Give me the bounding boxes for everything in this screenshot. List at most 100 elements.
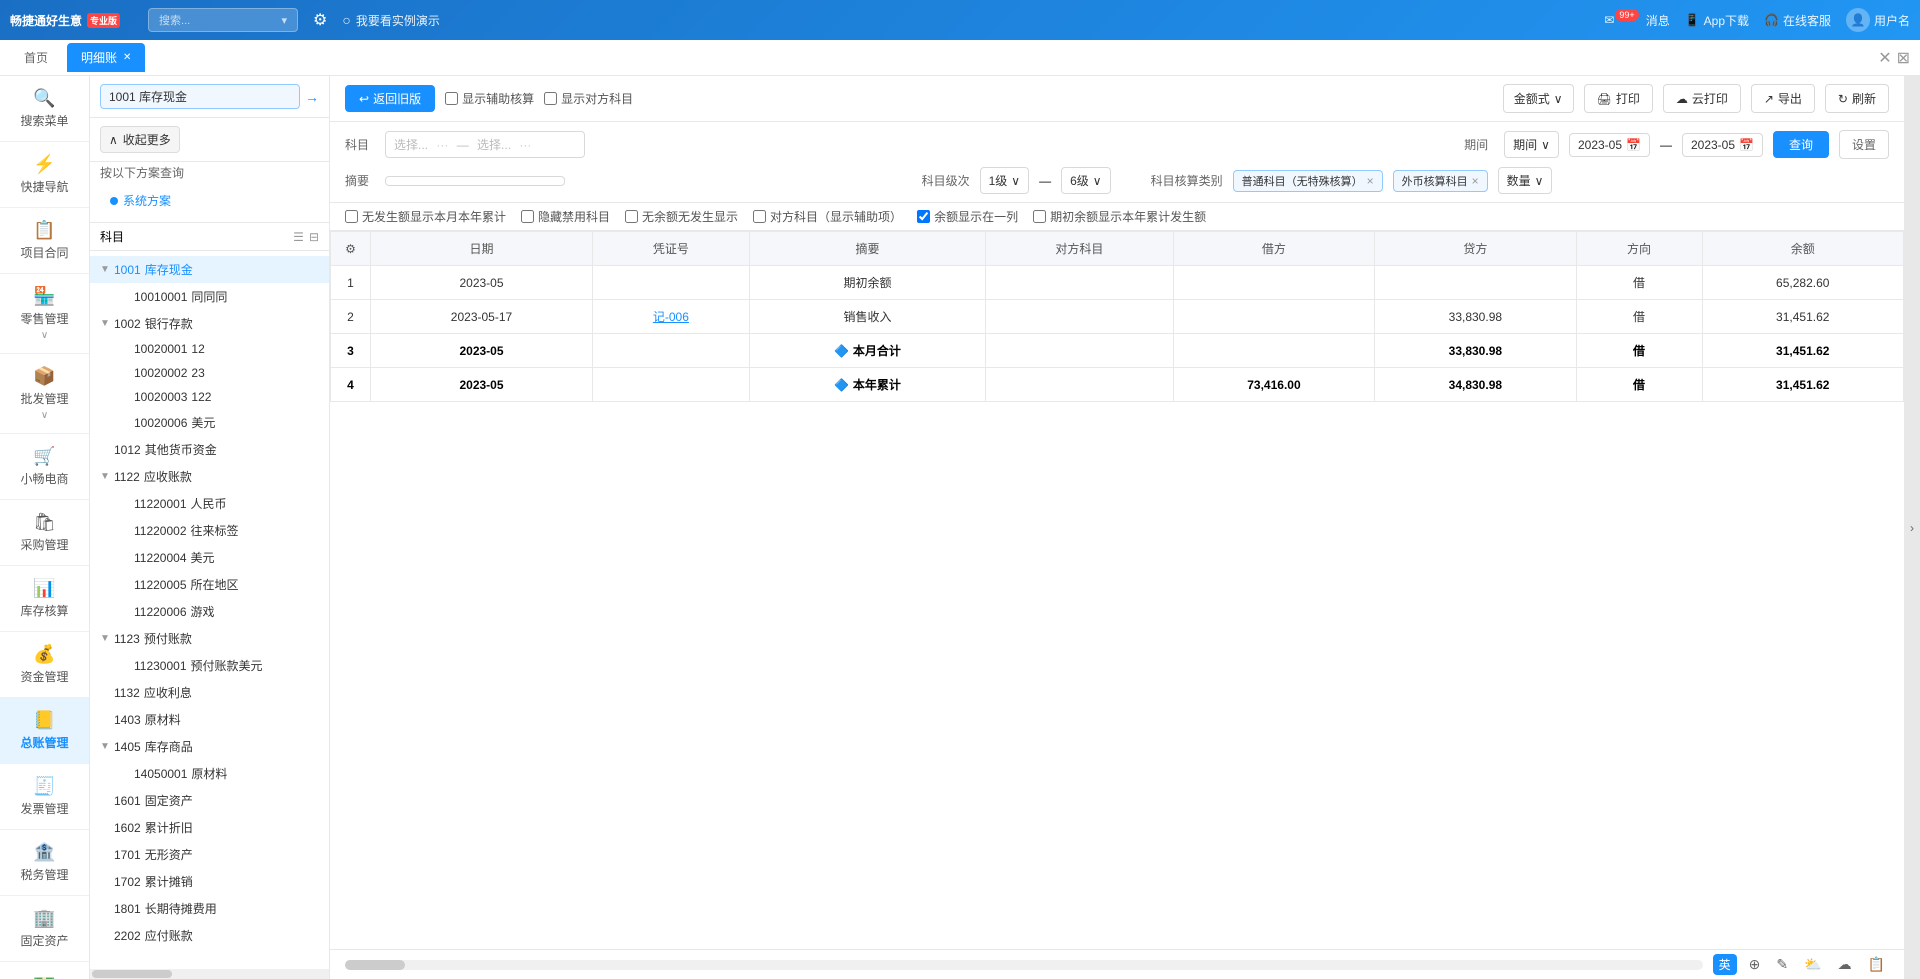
tree-item-10020006[interactable]: 10020006 美元 (90, 409, 329, 436)
period-start-picker[interactable]: 2023-05 📅 (1569, 133, 1650, 157)
tree-item-1601[interactable]: 1601 固定资产 (90, 787, 329, 814)
tag-remove-icon[interactable]: × (1472, 174, 1479, 188)
cell-voucher[interactable]: 记-006 (592, 300, 749, 334)
zoom-in-icon[interactable]: ⊕ (1745, 954, 1765, 975)
tree-item-1002[interactable]: ▼ 1002 银行存款 (90, 310, 329, 337)
voucher-link[interactable]: 记-006 (653, 310, 689, 324)
clipboard-icon[interactable]: 📋 (1864, 954, 1889, 975)
checkbox-initial-balance-input[interactable] (1033, 210, 1046, 223)
tree-item-11220005[interactable]: 11220005 所在地区 (90, 571, 329, 598)
tree-item-11220006[interactable]: 11220006 游戏 (90, 598, 329, 625)
tree-item-1012[interactable]: 1012 其他货币资金 (90, 436, 329, 463)
tree-item-11230001[interactable]: 11230001 预付账款美元 (90, 652, 329, 679)
show-contra-checkbox[interactable]: 显示对方科目 (544, 90, 633, 107)
sidebar-item-assets[interactable]: 🏢 固定资产 (0, 896, 89, 962)
summary-filter-input[interactable] (385, 176, 565, 186)
tree-item-10020002[interactable]: 10020002 23 (90, 361, 329, 385)
account-level-from-select[interactable]: 1级 ∨ (980, 167, 1029, 194)
checkbox-no-balance[interactable]: 无余额无发生显示 (625, 208, 738, 225)
tab-close-icon[interactable]: ✕ (123, 52, 131, 63)
tree-item-10010001[interactable]: 10010001 同同同 (90, 283, 329, 310)
tree-item-1132[interactable]: 1132 应收利息 (90, 679, 329, 706)
demo-link[interactable]: ○ 我要看实例演示 (342, 12, 439, 29)
scheme-item-system[interactable]: 系统方案 (100, 187, 319, 214)
sidebar-item-project[interactable]: 📋 项目合同 (0, 208, 89, 274)
tree-item-2202[interactable]: 2202 应付账款 (90, 922, 329, 949)
sidebar-item-finance[interactable]: 💰 资金管理 (0, 632, 89, 698)
show-aux-input[interactable] (445, 92, 458, 105)
tree-item-1602[interactable]: 1602 累计折旧 (90, 814, 329, 841)
app-download-btn[interactable]: 📱 App下载 (1685, 12, 1749, 29)
checkbox-no-amount-input[interactable] (345, 210, 358, 223)
list-icon[interactable]: ☰ (293, 230, 304, 244)
tree-item-1122[interactable]: ▼ 1122 应收账款 (90, 463, 329, 490)
print-btn[interactable]: 🖨 打印 (1584, 84, 1653, 113)
tree-item-10020003[interactable]: 10020003 122 (90, 385, 329, 409)
amount-style-btn[interactable]: 金额式 ∨ (1503, 84, 1574, 113)
sidebar-item-tax[interactable]: 🏦 税务管理 (0, 830, 89, 896)
checkbox-no-balance-input[interactable] (625, 210, 638, 223)
checkbox-contra[interactable]: 对方科目（显示辅助项） (753, 208, 902, 225)
checkbox-balance-col-input[interactable] (917, 210, 930, 223)
quantity-select[interactable]: 数量 ∨ (1498, 167, 1553, 194)
sidebar-item-retail[interactable]: 🏪 零售管理 ∨ (0, 274, 89, 354)
scheme-expand-btn[interactable]: ∧ 收起更多 (100, 126, 180, 153)
sidebar-item-search[interactable]: 🔍 搜索菜单 (0, 76, 89, 142)
return-old-btn[interactable]: ↩ 返回旧版 (345, 85, 435, 112)
sidebar-item-purchase[interactable]: 🛍 采购管理 (0, 500, 89, 566)
show-aux-checkbox[interactable]: 显示辅助核算 (445, 90, 534, 107)
checkbox-hide-disabled[interactable]: 隐藏禁用科目 (521, 208, 610, 225)
sidebar-item-ledger[interactable]: 📒 总账管理 (0, 698, 89, 764)
sidebar-item-payroll[interactable]: 💵 工资 (0, 962, 89, 979)
tree-item-10020001[interactable]: 10020001 12 (90, 337, 329, 361)
message-btn[interactable]: ✉ 99+ 消息 (1604, 12, 1669, 29)
cloud-upload-icon[interactable]: ⛅ (1800, 954, 1825, 975)
tree-item-1123[interactable]: ▼ 1123 预付账款 (90, 625, 329, 652)
sidebar-item-wholesale[interactable]: 📦 批发管理 ∨ (0, 354, 89, 434)
sidebar-item-quick-nav[interactable]: ⚡ 快捷导航 (0, 142, 89, 208)
settings-icon[interactable]: ⚙ (313, 10, 327, 30)
period-type-select[interactable]: 期间 ∨ (1504, 131, 1559, 158)
tree-item-11220004[interactable]: 11220004 美元 (90, 544, 329, 571)
tree-item-11220002[interactable]: 11220002 往来标签 (90, 517, 329, 544)
user-avatar[interactable]: 👤 用户名 (1846, 8, 1910, 32)
cloud-print-btn[interactable]: ☁ 云打印 (1663, 84, 1741, 113)
collapse-icon[interactable]: ⊟ (309, 230, 319, 244)
right-collapse-btn[interactable]: › (1904, 76, 1920, 979)
tab-close-all-btn[interactable]: ✕ (1878, 48, 1891, 68)
tag-remove-icon[interactable]: × (1367, 174, 1374, 188)
tree-item-1001[interactable]: ▼ 1001 库存现金 (90, 256, 329, 283)
account-filter-input[interactable]: 选择... ··· — 选择... ··· (385, 131, 585, 158)
sidebar-item-ecom[interactable]: 🛒 小畅电商 (0, 434, 89, 500)
show-contra-input[interactable] (544, 92, 557, 105)
checkbox-hide-disabled-input[interactable] (521, 210, 534, 223)
account-type-tag-1[interactable]: 普通科目（无特殊核算）× (1233, 170, 1383, 192)
period-end-picker[interactable]: 2023-05 📅 (1682, 133, 1763, 157)
account-type-tag-2[interactable]: 外币核算科目× (1393, 170, 1488, 192)
checkbox-balance-col[interactable]: 余额显示在一列 (917, 208, 1018, 225)
checkbox-initial-balance[interactable]: 期初余额显示本年累计发生额 (1033, 208, 1206, 225)
translate-icon[interactable]: 英 (1713, 954, 1737, 975)
cloud-icon2[interactable]: ☁ (1834, 954, 1856, 975)
tree-item-14050001[interactable]: 14050001 原材料 (90, 760, 329, 787)
export-btn[interactable]: ↗ 导出 (1751, 84, 1815, 113)
left-panel-scrollbar[interactable] (90, 969, 329, 979)
tab-home[interactable]: 首页 (10, 43, 62, 72)
tree-item-1701[interactable]: 1701 无形资产 (90, 841, 329, 868)
horizontal-scrollbar[interactable] (345, 960, 1703, 970)
sidebar-item-inventory[interactable]: 📊 库存核算 (0, 566, 89, 632)
settings-btn[interactable]: 设置 (1839, 130, 1889, 159)
account-level-to-select[interactable]: 6级 ∨ (1061, 167, 1110, 194)
tree-item-1702[interactable]: 1702 累计摊销 (90, 868, 329, 895)
checkbox-no-amount[interactable]: 无发生额显示本月本年累计 (345, 208, 506, 225)
checkbox-contra-input[interactable] (753, 210, 766, 223)
tree-item-11220001[interactable]: 11220001 人民币 (90, 490, 329, 517)
tree-item-1801[interactable]: 1801 长期待摊费用 (90, 895, 329, 922)
tree-item-1403[interactable]: 1403 原材料 (90, 706, 329, 733)
scrollbar-thumb[interactable] (345, 960, 405, 970)
tab-ledger[interactable]: 明细账 ✕ (67, 43, 145, 72)
top-search-box[interactable]: 搜索... ▾ (148, 8, 298, 32)
sidebar-item-invoice[interactable]: 🧾 发票管理 (0, 764, 89, 830)
selected-account[interactable]: 1001 库存现金 (100, 84, 300, 109)
edit-icon[interactable]: ✎ (1772, 954, 1792, 975)
